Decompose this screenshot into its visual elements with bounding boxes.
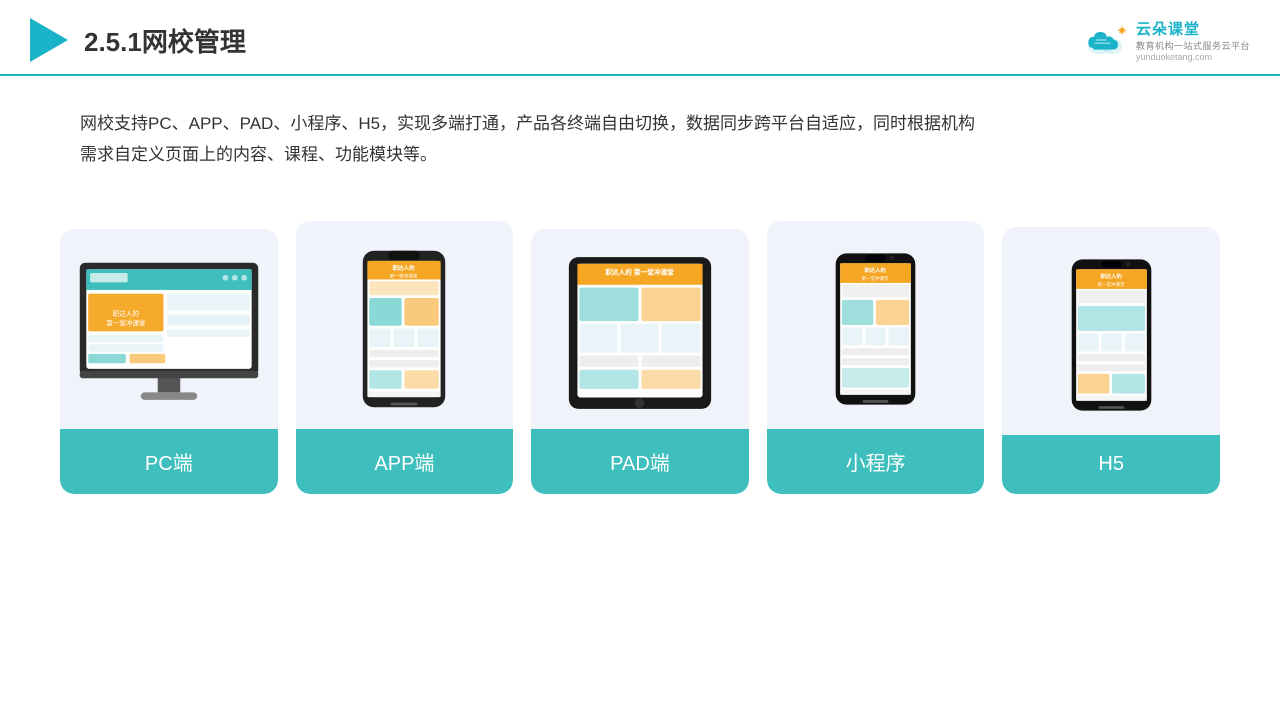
svg-text:第一堂冲课堂: 第一堂冲课堂	[106, 319, 146, 328]
h5-phone-icon: 职达人的 第一堂冲课堂	[1069, 251, 1154, 419]
page-title: 2.5.1网校管理	[84, 22, 246, 59]
card-pc: 职达人的 第一堂冲课堂 PC端	[60, 229, 278, 494]
app-label: APP端	[296, 429, 514, 494]
h5-image-area: 职达人的 第一堂冲课堂	[1002, 227, 1220, 435]
description: 网校支持PC、APP、PAD、小程序、H5，实现多端打通，产品各终端自由切换，数…	[0, 76, 1280, 181]
card-pad: 职达人的 第一堂冲课堂 PAD端	[531, 229, 749, 494]
header-right: 云朵课堂 教育机构一站式服务云平台 yunduoketang.com	[1082, 18, 1250, 62]
pc-label: PC端	[60, 429, 278, 494]
header: 2.5.1网校管理 云朵课堂 教育机构一站式服务云平台	[0, 0, 1280, 76]
svg-text:第一堂冲课堂: 第一堂冲课堂	[862, 275, 889, 282]
pad-image-area: 职达人的 第一堂冲课堂	[531, 229, 749, 429]
pc-image-area: 职达人的 第一堂冲课堂	[60, 229, 278, 429]
svg-text:职达人的: 职达人的	[864, 266, 886, 274]
svg-text:职达人的: 职达人的	[1100, 272, 1122, 280]
description-line2: 需求自定义页面上的内容、课程、功能模块等。	[80, 139, 1200, 170]
svg-text:职达人的: 职达人的	[393, 264, 416, 272]
cloud-icon	[1082, 22, 1130, 58]
app-phone-icon: 职达人的 第一堂冲课堂	[360, 245, 448, 413]
cloud-logo: 云朵课堂 教育机构一站式服务云平台 yunduoketang.com	[1082, 18, 1250, 62]
svg-text:职达人的: 职达人的	[112, 309, 139, 318]
pad-tablet-icon: 职达人的 第一堂冲课堂	[566, 253, 714, 413]
description-line1: 网校支持PC、APP、PAD、小程序、H5，实现多端打通，产品各终端自由切换，数…	[80, 108, 1200, 139]
miniprogram-phone-icon: 职达人的 第一堂冲课堂	[833, 245, 918, 413]
svg-text:第一堂冲课堂: 第一堂冲课堂	[390, 272, 418, 279]
card-app: 职达人的 第一堂冲课堂 APP端	[296, 221, 514, 494]
miniprogram-image-area: 职达人的 第一堂冲课堂	[767, 221, 985, 429]
h5-label: H5	[1002, 435, 1220, 494]
card-h5: 职达人的 第一堂冲课堂 H5	[1002, 227, 1220, 494]
app-image-area: 职达人的 第一堂冲课堂	[296, 221, 514, 429]
miniprogram-label: 小程序	[767, 429, 985, 494]
brand-url: yunduoketang.com	[1136, 52, 1212, 62]
pad-label: PAD端	[531, 429, 749, 494]
svg-text:第一堂冲课堂: 第一堂冲课堂	[1097, 281, 1124, 288]
brand-sub: 教育机构一站式服务云平台	[1136, 39, 1250, 52]
pc-monitor-icon: 职达人的 第一堂冲课堂	[74, 258, 264, 413]
svg-text:职达人的 第一堂冲课堂: 职达人的 第一堂冲课堂	[605, 267, 674, 276]
header-left: 2.5.1网校管理	[30, 18, 246, 62]
logo-triangle-icon	[30, 18, 68, 62]
card-miniprogram: 职达人的 第一堂冲课堂 小程序	[767, 221, 985, 494]
cards-container: 职达人的 第一堂冲课堂 PC端	[0, 191, 1280, 524]
brand-name: 云朵课堂	[1136, 18, 1200, 39]
brand-text: 云朵课堂 教育机构一站式服务云平台 yunduoketang.com	[1136, 18, 1250, 62]
